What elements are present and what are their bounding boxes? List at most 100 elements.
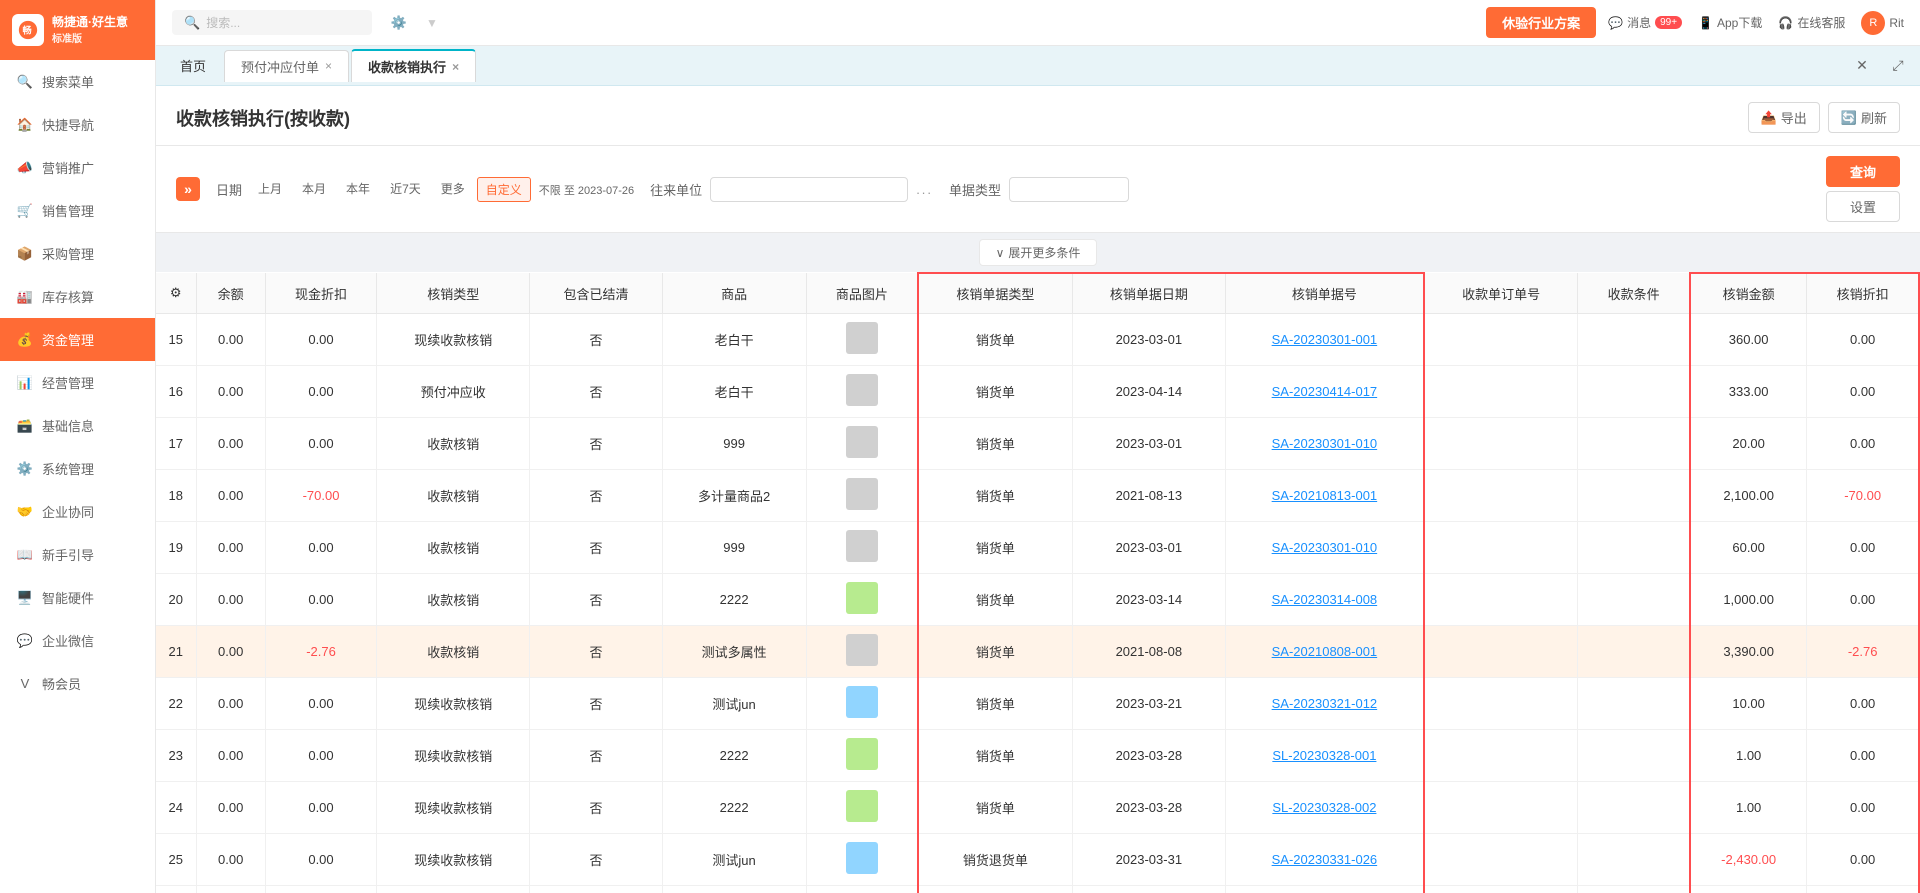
cell-included: 否	[530, 366, 662, 418]
refresh-btn[interactable]: 🔄 刷新	[1828, 102, 1900, 133]
close-window-btn[interactable]: ✕	[1848, 52, 1876, 80]
message-item[interactable]: 💬 消息 99+	[1608, 14, 1682, 31]
sidebar-item-finance[interactable]: 💰 资金管理	[0, 318, 155, 361]
table-row: 25 0.00 0.00 现续收款核销 否 测试jun 销货退货单 2023-0…	[156, 834, 1919, 886]
cell-balance: 0.00	[196, 626, 265, 678]
cell-id: 15	[156, 314, 196, 366]
sidebar-item-wechat[interactable]: 💬 企业微信	[0, 619, 155, 662]
cell-included: 否	[530, 522, 662, 574]
date-filter-group: 日期 上月 本月 本年 近7天 更多 自定义 不限 至 2023-07-26	[216, 177, 634, 202]
export-btn[interactable]: 📤 导出	[1748, 102, 1820, 133]
cell-xdiscount: 0.00	[1807, 314, 1919, 366]
cell-type: 预收款核销	[377, 886, 530, 893]
table-row: 22 0.00 0.00 现续收款核销 否 测试jun 销货单 2023-03-…	[156, 678, 1919, 730]
cell-report-no: SA-20230414-017	[1225, 366, 1423, 418]
industry-solution-btn[interactable]: 休验行业方案	[1486, 7, 1596, 38]
cell-report-date: 2023-03-31	[1072, 834, 1225, 886]
cell-balance: 0.00	[196, 678, 265, 730]
header-actions: 📤 导出 🔄 刷新	[1748, 102, 1900, 133]
last-7-days-btn[interactable]: 近7天	[382, 177, 429, 202]
maximize-btn[interactable]: ⤢	[1884, 52, 1912, 80]
cell-included: 否	[530, 470, 662, 522]
cell-product-img	[806, 730, 918, 782]
cell-type: 收款核销	[377, 418, 530, 470]
cell-id: 18	[156, 470, 196, 522]
cell-id: 22	[156, 678, 196, 730]
cell-product: 2222	[662, 730, 806, 782]
th-product-img: 商品图片	[806, 273, 918, 314]
query-btn[interactable]: 查询	[1826, 156, 1900, 187]
app-download-item[interactable]: 📱 App下载	[1698, 14, 1762, 31]
cell-amount: 2,100.00	[1690, 470, 1807, 522]
user-profile[interactable]: R Rit	[1861, 11, 1904, 35]
sidebar-item-system[interactable]: ⚙️ 系统管理	[0, 447, 155, 490]
cell-xdiscount: 0.00	[1807, 730, 1919, 782]
sidebar-item-sales[interactable]: 🛒 销售管理	[0, 189, 155, 232]
cell-amount: 360.00	[1690, 314, 1807, 366]
topbar-icons: 💬 消息 99+ 📱 App下载 🎧 在线客服 R Rit	[1608, 11, 1904, 35]
settings-icon[interactable]: ⚙️	[384, 8, 414, 38]
sidebar-item-hardware[interactable]: 🖥️ 智能硬件	[0, 576, 155, 619]
cell-report-no: SA-20210813-001	[1225, 470, 1423, 522]
sidebar-item-purchase[interactable]: 📦 采购管理	[0, 232, 155, 275]
cell-order-no	[1424, 834, 1578, 886]
cell-id: 26	[156, 886, 196, 893]
sidebar-item-warehouse[interactable]: 🏭 库存核算	[0, 275, 155, 318]
this-month-btn[interactable]: 本月	[294, 177, 334, 202]
cell-condition	[1578, 626, 1690, 678]
cell-condition	[1578, 470, 1690, 522]
last-month-btn[interactable]: 上月	[250, 177, 290, 202]
topbar-search-area: 🔍 搜索...	[172, 10, 372, 35]
tab-home[interactable]: 首页	[164, 50, 222, 81]
cell-report-type: 销货单	[918, 678, 1072, 730]
cell-product: 多计量商品2	[662, 470, 806, 522]
more-date-btn[interactable]: 更多	[433, 177, 473, 202]
system-icon: ⚙️	[16, 460, 34, 478]
cell-order-no	[1424, 470, 1578, 522]
doc-type-select[interactable]	[1009, 177, 1129, 202]
close-tab1-icon[interactable]: ×	[325, 59, 332, 73]
filter-setting-btn[interactable]: 设置	[1826, 191, 1900, 222]
tab-collection[interactable]: 收款核销执行 ×	[351, 49, 476, 82]
th-report-no: 核销单据号	[1225, 273, 1423, 314]
cell-balance: 0.00	[196, 730, 265, 782]
date-buttons: 上月 本月 本年 近7天 更多 自定义	[250, 177, 531, 202]
sidebar-item-marketing[interactable]: 📣 营销推广	[0, 146, 155, 189]
tabs-right-actions: ✕ ⤢	[1848, 52, 1912, 80]
close-tab2-icon[interactable]: ×	[452, 60, 459, 74]
cell-condition	[1578, 574, 1690, 626]
sidebar-item-guide[interactable]: 📖 新手引导	[0, 533, 155, 576]
sidebar-item-enterprise[interactable]: 🤝 企业协同	[0, 490, 155, 533]
cell-report-no: SA-20230331-026	[1225, 834, 1423, 886]
cell-type: 收款核销	[377, 522, 530, 574]
expand-more-btn[interactable]: ∨ 展开更多条件	[979, 239, 1098, 266]
cell-id: 24	[156, 782, 196, 834]
custom-date-btn[interactable]: 自定义	[477, 177, 531, 202]
cell-report-type: 销货单	[918, 574, 1072, 626]
partner-input[interactable]	[710, 177, 908, 202]
cell-report-date: 2023-03-28	[1072, 730, 1225, 782]
cell-report-date: 2023-03-14	[1072, 574, 1225, 626]
online-service-item[interactable]: 🎧 在线客服	[1778, 14, 1845, 31]
tab-prepay[interactable]: 预付冲应付单 ×	[224, 50, 349, 82]
th-settings[interactable]: ⚙	[156, 273, 196, 314]
filter-expand-btn[interactable]: »	[176, 177, 200, 201]
sidebar-item-member[interactable]: V 畅会员	[0, 662, 155, 705]
cell-product: 老白干	[662, 366, 806, 418]
sidebar-item-operation[interactable]: 📊 经营管理	[0, 361, 155, 404]
sidebar-item-search[interactable]: 🔍 搜索菜单	[0, 60, 155, 103]
svg-text:畅: 畅	[23, 25, 32, 36]
cell-condition	[1578, 366, 1690, 418]
cell-id: 16	[156, 366, 196, 418]
cell-cash-discount: 0.00	[265, 782, 376, 834]
cell-id: 17	[156, 418, 196, 470]
this-year-btn[interactable]: 本年	[338, 177, 378, 202]
cell-included: 否	[530, 418, 662, 470]
cell-order-no	[1424, 522, 1578, 574]
cell-xdiscount: -2.76	[1807, 626, 1919, 678]
sidebar-item-nav[interactable]: 🏠 快捷导航	[0, 103, 155, 146]
cell-xdiscount: 0.00	[1807, 834, 1919, 886]
export-icon: 📤	[1761, 110, 1777, 126]
cell-cash-discount: -70.00	[265, 470, 376, 522]
sidebar-item-base[interactable]: 🗃️ 基础信息	[0, 404, 155, 447]
